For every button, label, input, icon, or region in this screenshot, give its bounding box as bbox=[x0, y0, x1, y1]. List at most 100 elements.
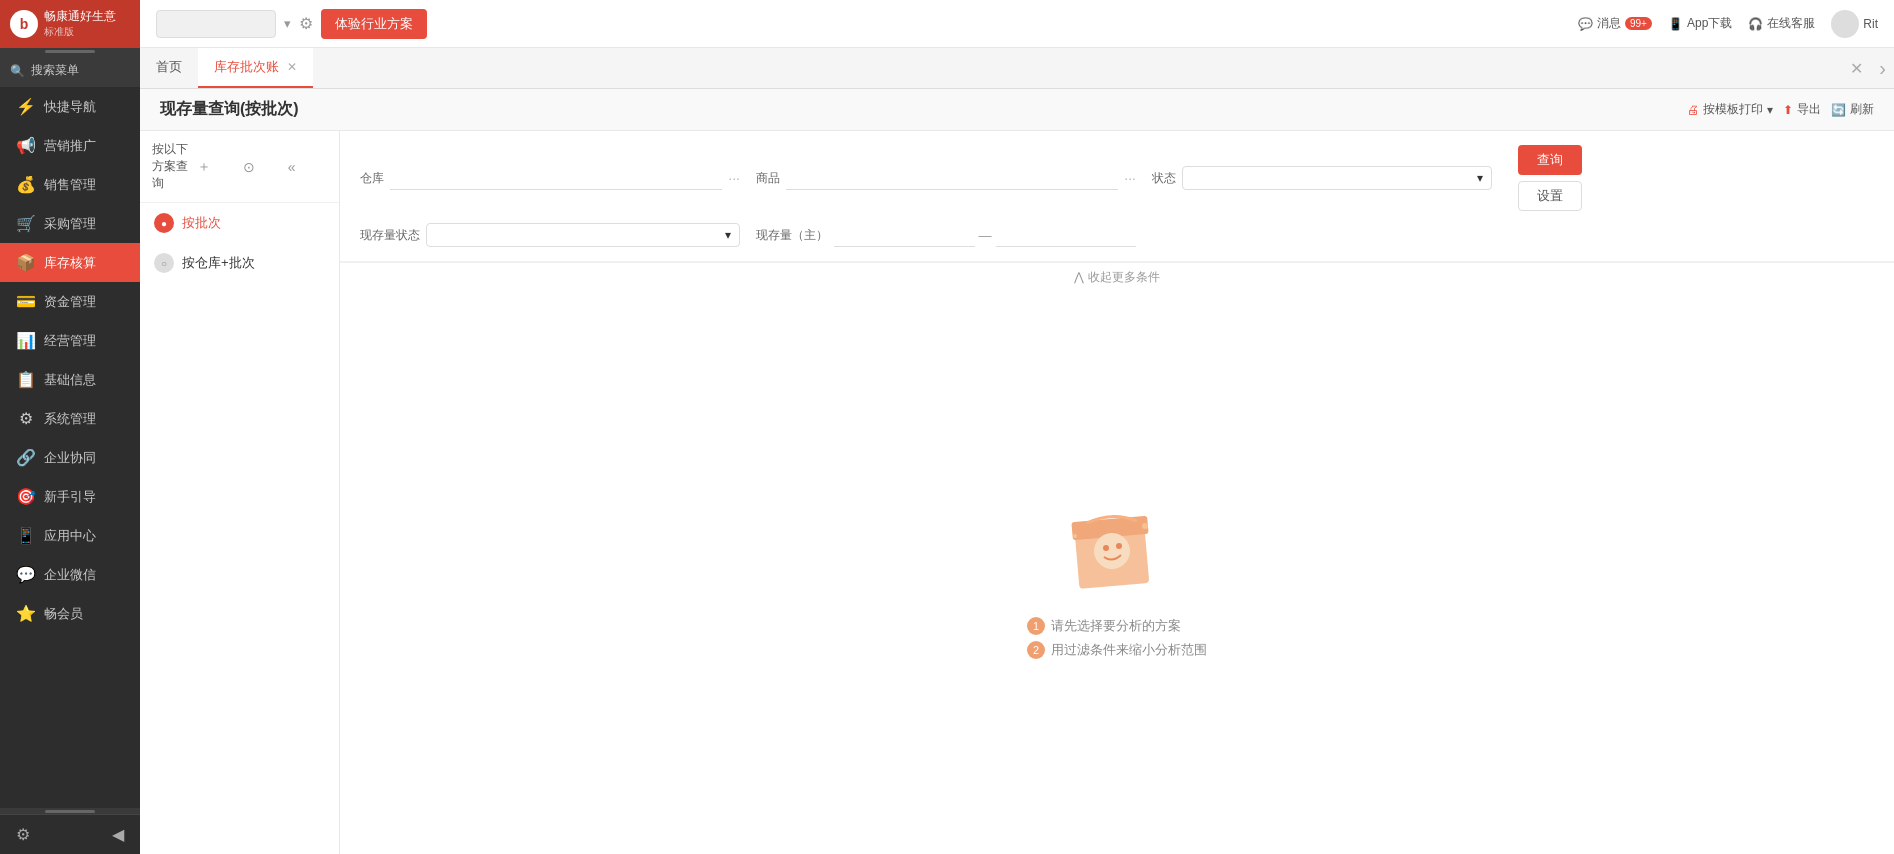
settings-button[interactable]: 设置 bbox=[1518, 181, 1582, 211]
phone-icon: 📱 bbox=[1668, 17, 1683, 31]
app-name: 畅康通好生意 bbox=[44, 9, 116, 25]
stock-qty-filter: 现存量（主） — bbox=[756, 224, 1136, 247]
inventory-icon: 📦 bbox=[16, 253, 36, 272]
status-filter: 状态 ▾ bbox=[1152, 166, 1492, 190]
messages-button[interactable]: 💬 消息 99+ bbox=[1578, 15, 1652, 32]
sidebar-item-operations[interactable]: 📊 经营管理 bbox=[0, 321, 140, 360]
sidebar-item-system[interactable]: ⚙ 系统管理 bbox=[0, 399, 140, 438]
sidebar-item-app-center[interactable]: 📱 应用中心 bbox=[0, 516, 140, 555]
member-icon: ⭐ bbox=[16, 604, 36, 623]
sidebar-item-member[interactable]: ⭐ 畅会员 bbox=[0, 594, 140, 633]
stock-qty-range: — bbox=[834, 224, 1136, 247]
panel-close-button[interactable]: ✕ bbox=[1842, 59, 1871, 78]
sidebar-item-marketing[interactable]: 📢 营销推广 bbox=[0, 126, 140, 165]
collapse-sidebar-icon[interactable]: ◀ bbox=[112, 825, 124, 844]
right-panel: 仓库 ··· 商品 ··· 状态 bbox=[340, 131, 1894, 854]
hint-number-2: 2 bbox=[1027, 641, 1045, 659]
user-profile[interactable]: Rit bbox=[1831, 10, 1878, 38]
sidebar-item-basic-info[interactable]: 📋 基础信息 bbox=[0, 360, 140, 399]
scheme-inactive-icon: ○ bbox=[154, 253, 174, 273]
newcomer-icon: 🎯 bbox=[16, 487, 36, 506]
collapse-icon: ⋀ bbox=[1074, 270, 1084, 284]
messages-icon: 💬 bbox=[1578, 17, 1593, 31]
scheme-active-icon: ● bbox=[154, 213, 174, 233]
tab-inventory-batch[interactable]: 库存批次账 ✕ bbox=[198, 48, 313, 88]
page-header: 现存量查询(按批次) 🖨 按模板打印 ▾ ⬆ 导出 🔄 刷新 bbox=[140, 89, 1894, 131]
print-icon: 🖨 bbox=[1687, 103, 1699, 117]
page-body: 按以下方案查询 ＋ ⊙ « ● 按批次 ○ 按仓库+批次 bbox=[140, 131, 1894, 854]
warehouse-input[interactable] bbox=[390, 167, 722, 190]
stock-status-label: 现存量状态 bbox=[360, 227, 420, 244]
sidebar-item-purchase[interactable]: 🛒 采购管理 bbox=[0, 204, 140, 243]
stock-qty-label: 现存量（主） bbox=[756, 227, 828, 244]
sidebar-header: b 畅康通好生意 标准版 bbox=[0, 0, 140, 48]
print-button[interactable]: 🖨 按模板打印 ▾ bbox=[1687, 101, 1773, 118]
add-scheme-button[interactable]: ＋ bbox=[197, 158, 236, 176]
sidebar-item-enterprise[interactable]: 🔗 企业协同 bbox=[0, 438, 140, 477]
warehouse-more-icon[interactable]: ··· bbox=[728, 170, 740, 186]
tabs-bar: 首页 库存批次账 ✕ ✕ › bbox=[140, 48, 1894, 89]
product-label: 商品 bbox=[756, 170, 780, 187]
left-panel-header: 按以下方案查询 ＋ ⊙ « bbox=[140, 131, 339, 203]
sidebar: b 畅康通好生意 标准版 🔍 搜索菜单 ⚡ 快捷导航 📢 营销推广 💰 销售管理… bbox=[0, 0, 140, 854]
sidebar-item-inventory[interactable]: 📦 库存核算 bbox=[0, 243, 140, 282]
stock-qty-min-input[interactable] bbox=[834, 224, 975, 247]
status-select[interactable]: ▾ bbox=[1182, 166, 1492, 190]
stock-status-filter: 现存量状态 ▾ bbox=[360, 223, 740, 247]
sidebar-item-sales[interactable]: 💰 销售管理 bbox=[0, 165, 140, 204]
svg-point-6 bbox=[1073, 534, 1077, 538]
operations-icon: 📊 bbox=[16, 331, 36, 350]
tab-home[interactable]: 首页 bbox=[140, 48, 198, 88]
sidebar-footer: ⚙ ◀ bbox=[0, 814, 140, 854]
svg-point-3 bbox=[1103, 545, 1109, 551]
stock-qty-max-input[interactable] bbox=[996, 224, 1137, 247]
user-avatar bbox=[1831, 10, 1859, 38]
print-dropdown-icon[interactable]: ▾ bbox=[1767, 103, 1773, 117]
messages-badge: 99+ bbox=[1625, 17, 1652, 30]
export-button[interactable]: ⬆ 导出 bbox=[1783, 101, 1821, 118]
tab-close-icon[interactable]: ✕ bbox=[287, 60, 297, 74]
sidebar-item-finance[interactable]: 💳 资金管理 bbox=[0, 282, 140, 321]
main-area: ▾ ⚙ 体验行业方案 💬 消息 99+ 📱 App下载 🎧 在线客服 Rit bbox=[140, 0, 1894, 854]
empty-hints: 1 请先选择要分析的方案 2 用过滤条件来缩小分析范围 bbox=[1027, 617, 1207, 665]
left-panel: 按以下方案查询 ＋ ⊙ « ● 按批次 ○ 按仓库+批次 bbox=[140, 131, 340, 854]
scheme-collapse-icon[interactable]: « bbox=[288, 159, 327, 175]
experience-button[interactable]: 体验行业方案 bbox=[321, 9, 427, 39]
settings-icon[interactable]: ⚙ bbox=[16, 825, 30, 844]
warehouse-label: 仓库 bbox=[360, 170, 384, 187]
empty-box-svg bbox=[1057, 481, 1177, 601]
sidebar-item-quick-nav[interactable]: ⚡ 快捷导航 bbox=[0, 87, 140, 126]
search-icon: 🔍 bbox=[10, 64, 25, 78]
online-service-button[interactable]: 🎧 在线客服 bbox=[1748, 15, 1815, 32]
scheme-by-warehouse-batch[interactable]: ○ 按仓库+批次 bbox=[140, 243, 339, 283]
finance-icon: 💳 bbox=[16, 292, 36, 311]
product-more-icon[interactable]: ··· bbox=[1124, 170, 1136, 186]
app-edition: 标准版 bbox=[44, 25, 116, 39]
scheme-by-batch[interactable]: ● 按批次 bbox=[140, 203, 339, 243]
topbar: ▾ ⚙ 体验行业方案 💬 消息 99+ 📱 App下载 🎧 在线客服 Rit bbox=[140, 0, 1894, 48]
basic-info-icon: 📋 bbox=[16, 370, 36, 389]
collapse-bar[interactable]: ⋀ 收起更多条件 bbox=[340, 262, 1894, 292]
sidebar-search[interactable]: 🔍 搜索菜单 bbox=[0, 54, 140, 87]
marketing-icon: 📢 bbox=[16, 136, 36, 155]
query-button[interactable]: 查询 bbox=[1518, 145, 1582, 175]
hint-number-1: 1 bbox=[1027, 617, 1045, 635]
filter-area: 仓库 ··· 商品 ··· 状态 bbox=[340, 131, 1894, 262]
warehouse-filter: 仓库 ··· bbox=[360, 167, 740, 190]
system-icon: ⚙ bbox=[16, 409, 36, 428]
status-dropdown-icon: ▾ bbox=[1477, 171, 1483, 185]
product-input[interactable] bbox=[786, 167, 1118, 190]
wechat-icon: 💬 bbox=[16, 565, 36, 584]
scheme-settings-icon[interactable]: ⊙ bbox=[243, 159, 282, 175]
sidebar-item-newcomer[interactable]: 🎯 新手引导 bbox=[0, 477, 140, 516]
stock-status-select[interactable]: ▾ bbox=[426, 223, 740, 247]
sidebar-item-wechat[interactable]: 💬 企业微信 bbox=[0, 555, 140, 594]
topbar-chevron-icon[interactable]: ▾ bbox=[284, 16, 291, 31]
purchase-icon: 🛒 bbox=[16, 214, 36, 233]
quick-nav-icon: ⚡ bbox=[16, 97, 36, 116]
app-download-button[interactable]: 📱 App下载 bbox=[1668, 15, 1732, 32]
refresh-button[interactable]: 🔄 刷新 bbox=[1831, 101, 1874, 118]
empty-illustration bbox=[1057, 481, 1177, 601]
topbar-gear-icon[interactable]: ⚙ bbox=[299, 14, 313, 33]
panel-more-icon[interactable]: › bbox=[1879, 57, 1886, 80]
